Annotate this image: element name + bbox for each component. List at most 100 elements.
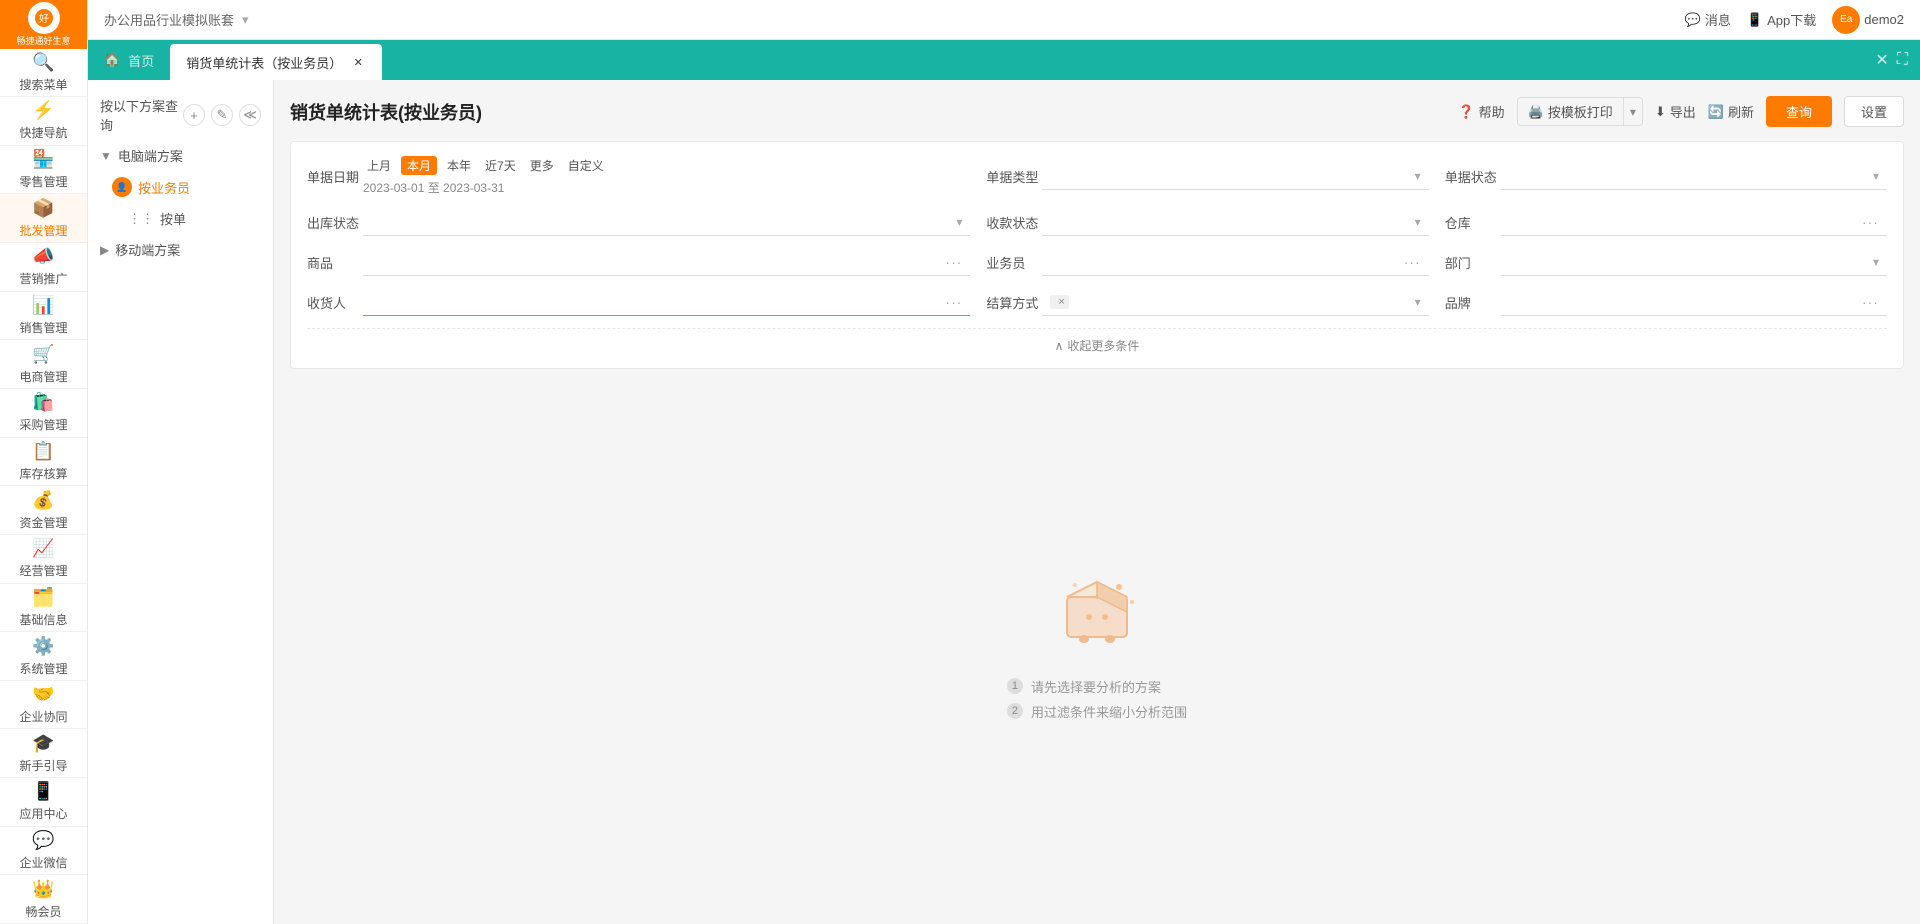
dept-chevron-icon: ▾: [1873, 255, 1879, 269]
sidebar-item-member[interactable]: 👑 畅会员: [0, 875, 88, 924]
goods-dots-icon: ···: [945, 254, 962, 270]
tree-item-by-staff[interactable]: 👤 按业务员: [88, 171, 273, 203]
doc-status-select[interactable]: ▾: [1501, 162, 1887, 190]
wholesale-icon: 📦: [32, 198, 54, 219]
date-tab-last7[interactable]: 近7天: [481, 156, 520, 175]
refresh-btn[interactable]: 🔄 刷新: [1708, 102, 1754, 121]
sidebar-item-ecommerce[interactable]: 🛒 电商管理: [0, 340, 88, 389]
staff-select[interactable]: ···: [1042, 248, 1428, 276]
sidebar-item-finance-label: 资金管理: [19, 514, 67, 531]
filter-delivery-status: 出库状态 ▾: [307, 208, 970, 236]
payment-status-select[interactable]: ▾: [1042, 208, 1428, 236]
collapse-btn[interactable]: ∧ 收起更多条件: [1055, 337, 1140, 354]
sidebar-item-sales[interactable]: 📊 销售管理: [0, 292, 88, 341]
tree-item-by-order-label: 按单: [160, 209, 186, 228]
edit-scheme-btn[interactable]: ✎: [211, 104, 233, 126]
goods-select[interactable]: ···: [363, 248, 970, 276]
settlement-inner: × ▾: [1050, 295, 1420, 309]
date-tab-last-month[interactable]: 上月: [363, 156, 395, 175]
sidebar-item-wholesale[interactable]: 📦 批发管理: [0, 194, 88, 243]
sidebar-item-marketing[interactable]: 📣 营销推广: [0, 243, 88, 292]
template-print-dropdown[interactable]: ▾: [1624, 101, 1642, 123]
date-tab-custom[interactable]: 自定义: [564, 156, 608, 175]
sidebar-item-system[interactable]: ⚙️ 系统管理: [0, 632, 88, 681]
sidebar-item-operation[interactable]: 📈 经营管理: [0, 535, 88, 584]
sidebar-item-basic[interactable]: 🗂️ 基础信息: [0, 584, 88, 633]
sidebar-item-inventory-label: 库存核算: [19, 465, 67, 482]
export-icon: ⬇: [1655, 104, 1666, 120]
filter-goods: 商品 ···: [307, 248, 970, 276]
tree-item-pc[interactable]: ▼ 电脑端方案: [88, 140, 273, 171]
date-tab-more[interactable]: 更多: [526, 156, 558, 175]
warehouse-select[interactable]: ···: [1501, 208, 1887, 236]
help-label: 帮助: [1479, 102, 1505, 121]
filter-row-3: 商品 ··· 业务员 ···: [307, 248, 1887, 276]
date-tab-this-month[interactable]: 本月: [401, 156, 437, 175]
doc-type-select[interactable]: ▾: [1042, 162, 1428, 190]
tip-text-1: 请先选择要分析的方案: [1031, 677, 1161, 696]
help-btn[interactable]: ❓ 帮助: [1458, 102, 1504, 121]
tip-text-2: 用过滤条件来缩小分析范围: [1031, 702, 1187, 721]
export-btn[interactable]: ⬇ 导出: [1655, 102, 1696, 121]
basic-icon: 🗂️: [32, 587, 54, 608]
collapse-panel-icon: ≪: [243, 107, 257, 123]
brand-select[interactable]: ···: [1501, 288, 1887, 316]
breadcrumb-expand-icon[interactable]: ▾: [242, 12, 249, 28]
tree-item-mobile[interactable]: ▶ 移动端方案: [88, 234, 273, 265]
sidebar-item-quick-nav[interactable]: ⚡ 快捷导航: [0, 97, 88, 146]
dept-label: 部门: [1445, 253, 1501, 272]
filter-area: 单据日期 上月 本月 本年 近7天 更多 自定义 2023-03-01 至 20…: [290, 141, 1904, 369]
sidebar-item-search[interactable]: 🔍 搜索菜单: [0, 49, 88, 98]
sidebar-item-appstore[interactable]: 📱 应用中心: [0, 778, 88, 827]
delivery-status-select[interactable]: ▾: [363, 208, 970, 236]
doc-type-chevron-icon: ▾: [1415, 169, 1421, 183]
app-download-btn[interactable]: 📱 App下载: [1747, 10, 1816, 29]
tab-sales-stat[interactable]: 销货单统计表（按业务员） ✕: [170, 44, 382, 80]
settlement-tag-close-btn[interactable]: ×: [1058, 296, 1064, 308]
dept-select[interactable]: ▾: [1501, 248, 1887, 276]
settlement-tag: ×: [1050, 295, 1068, 309]
tab-close-icon[interactable]: ✕: [350, 54, 366, 70]
sidebar-item-finance[interactable]: 💰 资金管理: [0, 486, 88, 535]
maximize-tab-action[interactable]: ⛶: [1897, 51, 1908, 69]
close-tab-action[interactable]: ✕: [1875, 50, 1888, 70]
sidebar-item-enterprise[interactable]: 🤝 企业协同: [0, 681, 88, 730]
query-button[interactable]: 查询: [1766, 96, 1832, 127]
filter-doc-type: 单据类型 ▾: [986, 162, 1428, 190]
add-scheme-btn[interactable]: +: [183, 104, 205, 126]
collapse-panel-btn[interactable]: ≪: [239, 104, 261, 126]
tab-home[interactable]: 🏠 首页: [88, 40, 170, 80]
sidebar-item-newcomer-label: 新手引导: [19, 757, 67, 774]
quick-nav-icon: ⚡: [32, 100, 54, 121]
tree-item-by-order[interactable]: ⋮⋮ 按单: [88, 203, 273, 234]
message-btn[interactable]: 💬 消息: [1685, 10, 1731, 29]
settlement-select[interactable]: × ▾: [1042, 288, 1428, 316]
export-label: 导出: [1670, 102, 1696, 121]
sidebar-item-newcomer[interactable]: 🎓 新手引导: [0, 729, 88, 778]
sidebar-item-inventory[interactable]: 📋 库存核算: [0, 438, 88, 487]
main-area: 办公用品行业模拟账套 ▾ 💬 消息 📱 App下载 Ea demo2 🏠 首页: [88, 0, 1920, 924]
sidebar-item-wholesale-label: 批发管理: [19, 222, 67, 239]
sidebar-item-wechat[interactable]: 💬 企业微信: [0, 827, 88, 876]
sidebar-item-system-label: 系统管理: [19, 660, 67, 677]
consignee-input[interactable]: ···: [363, 288, 970, 316]
filter-row-4: 收货人 ··· 结算方式: [307, 288, 1887, 316]
tree-expand-icon: ▼: [100, 149, 112, 163]
staff-dots-icon: ···: [1404, 254, 1421, 270]
warehouse-label: 仓库: [1445, 213, 1501, 232]
breadcrumb: 办公用品行业模拟账套: [104, 10, 234, 29]
app-logo[interactable]: 好 畅捷通好生意: [0, 0, 88, 49]
refresh-label: 刷新: [1728, 102, 1754, 121]
settlement-chevron-icon: ▾: [1415, 295, 1421, 309]
template-print-btn[interactable]: 🖨️ 按模板打印: [1518, 98, 1624, 125]
delivery-chevron-icon: ▾: [956, 215, 962, 229]
system-icon: ⚙️: [32, 636, 54, 657]
svg-text:好: 好: [39, 13, 49, 25]
sidebar-item-retail[interactable]: 🏪 零售管理: [0, 146, 88, 195]
filter-brand: 品牌 ···: [1445, 288, 1887, 316]
sidebar-item-purchase[interactable]: 🛍️ 采购管理: [0, 389, 88, 438]
settings-button[interactable]: 设置: [1844, 96, 1904, 127]
date-tab-this-year[interactable]: 本年: [443, 156, 475, 175]
user-profile-btn[interactable]: Ea demo2: [1832, 6, 1904, 34]
tabbar-actions: ✕ ⛶: [1875, 50, 1920, 70]
